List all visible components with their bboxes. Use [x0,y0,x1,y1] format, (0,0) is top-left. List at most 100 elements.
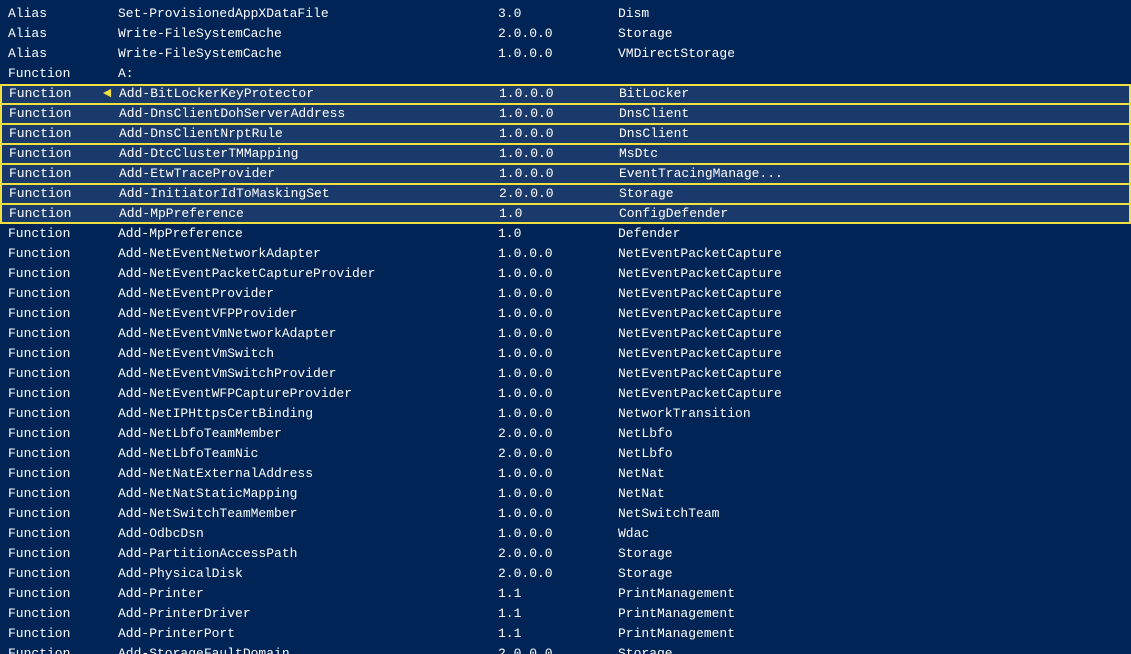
col-module: VMDirectStorage [618,44,1123,64]
col-module: ConfigDefender [619,204,1122,224]
col-name: Add-NetEventWFPCaptureProvider [118,384,498,404]
table-row[interactable]: FunctionAdd-NetEventVmSwitchProvider1.0.… [0,364,1131,384]
col-module: PrintManagement [618,584,1123,604]
table-row[interactable]: FunctionAdd-NetEventPacketCaptureProvide… [0,264,1131,284]
col-module: NetEventPacketCapture [618,384,1123,404]
table-row[interactable]: FunctionAdd-NetEventVmSwitch1.0.0.0NetEv… [0,344,1131,364]
col-version: 1.0 [499,204,619,224]
table-row[interactable]: FunctionAdd-NetEventWFPCaptureProvider1.… [0,384,1131,404]
table-row[interactable]: FunctionAdd-EtwTraceProvider1.0.0.0Event… [0,164,1131,184]
table-row[interactable]: FunctionAdd-OdbcDsn1.0.0.0Wdac [0,524,1131,544]
col-module: Defender [618,224,1123,244]
col-name: Add-DnsClientDohServerAddress [119,104,499,124]
table-row[interactable]: FunctionAdd-NetLbfoTeamMember2.0.0.0NetL… [0,424,1131,444]
col-module: NetEventPacketCapture [618,324,1123,344]
col-type: Function [8,284,118,304]
col-module: EventTracingManage... [619,164,1122,184]
col-name: Add-NetSwitchTeamMember [118,504,498,524]
table-row[interactable]: FunctionAdd-Printer1.1PrintManagement [0,584,1131,604]
table-row[interactable]: FunctionAdd-NetSwitchTeamMember1.0.0.0Ne… [0,504,1131,524]
col-version: 1.0.0.0 [498,244,618,264]
col-type: Function [8,224,118,244]
table-row[interactable]: FunctionAdd-NetLbfoTeamNic2.0.0.0NetLbfo [0,444,1131,464]
col-module: MsDtc [619,144,1122,164]
col-version: 1.0.0.0 [499,104,619,124]
col-type: Function [8,324,118,344]
col-type: Function [8,544,118,564]
col-type: Function [8,344,118,364]
col-version: 1.0.0.0 [499,164,619,184]
col-version: 1.0.0.0 [499,144,619,164]
col-name: Add-StorageFaultDomain [118,644,498,654]
col-type: Function [8,264,118,284]
col-type: Function [8,484,118,504]
col-type: Function [9,144,119,164]
col-version: 1.0.0.0 [498,524,618,544]
col-module: PrintManagement [618,624,1123,644]
table-row[interactable]: FunctionAdd-PrinterPort1.1PrintManagemen… [0,624,1131,644]
table-row[interactable]: FunctionAdd-MpPreference1.0ConfigDefende… [0,204,1131,224]
col-version: 1.0.0.0 [498,284,618,304]
col-name: Add-NetEventVmSwitchProvider [118,364,498,384]
col-name: Add-NetNatStaticMapping [118,484,498,504]
col-name: Add-OdbcDsn [118,524,498,544]
col-version: 1.1 [498,624,618,644]
col-type: Function [8,644,118,654]
col-module: Dism [618,4,1123,24]
table-row[interactable]: FunctionAdd-DnsClientDohServerAddress1.0… [0,104,1131,124]
col-name: Add-NetEventProvider [118,284,498,304]
col-version: 1.0.0.0 [499,124,619,144]
col-name: Add-NetEventPacketCaptureProvider [118,264,498,284]
table-row[interactable]: FunctionAdd-DtcClusterTMMapping1.0.0.0Ms… [0,144,1131,164]
table-row[interactable]: FunctionA: [0,64,1131,84]
row-arrow-indicator: ◄ [103,84,111,104]
col-module: Storage [618,644,1123,654]
col-name: Add-EtwTraceProvider [119,164,499,184]
table-row[interactable]: FunctionAdd-NetEventNetworkAdapter1.0.0.… [0,244,1131,264]
table-row[interactable]: FunctionAdd-StorageFaultDomain2.0.0.0Sto… [0,644,1131,654]
col-version: 1.0.0.0 [498,264,618,284]
table-row[interactable]: FunctionAdd-NetIPHttpsCertBinding1.0.0.0… [0,404,1131,424]
col-version: 1.0.0.0 [498,304,618,324]
table-row[interactable]: FunctionAdd-NetNatStaticMapping1.0.0.0Ne… [0,484,1131,504]
table-row[interactable]: FunctionAdd-MpPreference1.0Defender [0,224,1131,244]
col-type: Function [8,444,118,464]
col-version: 2.0.0.0 [498,424,618,444]
col-version: 1.0 [498,224,618,244]
col-type: Function [8,384,118,404]
table-row[interactable]: AliasWrite-FileSystemCache1.0.0.0VMDirec… [0,44,1131,64]
table-row[interactable]: ◄FunctionAdd-BitLockerKeyProtector1.0.0.… [0,84,1131,104]
col-module: NetEventPacketCapture [618,364,1123,384]
col-version: 1.0.0.0 [498,44,618,64]
table-row[interactable]: AliasWrite-FileSystemCache2.0.0.0Storage [0,24,1131,44]
table-row[interactable]: FunctionAdd-PhysicalDisk2.0.0.0Storage [0,564,1131,584]
col-name: Write-FileSystemCache [118,24,498,44]
table-row[interactable]: FunctionAdd-PrinterDriver1.1PrintManagem… [0,604,1131,624]
col-type: Function [8,564,118,584]
table-row[interactable]: FunctionAdd-DnsClientNrptRule1.0.0.0DnsC… [0,124,1131,144]
table-row[interactable]: FunctionAdd-InitiatorIdToMaskingSet2.0.0… [0,184,1131,204]
col-module: NetEventPacketCapture [618,284,1123,304]
col-name: Add-DnsClientNrptRule [119,124,499,144]
table-row[interactable]: FunctionAdd-NetEventProvider1.0.0.0NetEv… [0,284,1131,304]
table-row[interactable]: AliasSet-ProvisionedAppXDataFile3.0Dism [0,4,1131,24]
col-name: Add-NetEventVFPProvider [118,304,498,324]
col-version: 1.0.0.0 [498,344,618,364]
col-name: Add-MpPreference [119,204,499,224]
table-row[interactable]: FunctionAdd-NetNatExternalAddress1.0.0.0… [0,464,1131,484]
col-type: Function [9,164,119,184]
col-type: Function [8,244,118,264]
table-row[interactable]: FunctionAdd-PartitionAccessPath2.0.0.0St… [0,544,1131,564]
table-row[interactable]: FunctionAdd-NetEventVFPProvider1.0.0.0Ne… [0,304,1131,324]
table-row[interactable]: FunctionAdd-NetEventVmNetworkAdapter1.0.… [0,324,1131,344]
col-module: DnsClient [619,124,1122,144]
col-module: NetEventPacketCapture [618,264,1123,284]
col-name: Add-PartitionAccessPath [118,544,498,564]
col-type: Function [8,404,118,424]
col-type: Function [8,464,118,484]
col-type: Alias [8,4,118,24]
col-type: Function [8,64,118,84]
col-name: Add-NetEventVmSwitch [118,344,498,364]
col-name: Add-NetEventVmNetworkAdapter [118,324,498,344]
col-type: Function [9,204,119,224]
